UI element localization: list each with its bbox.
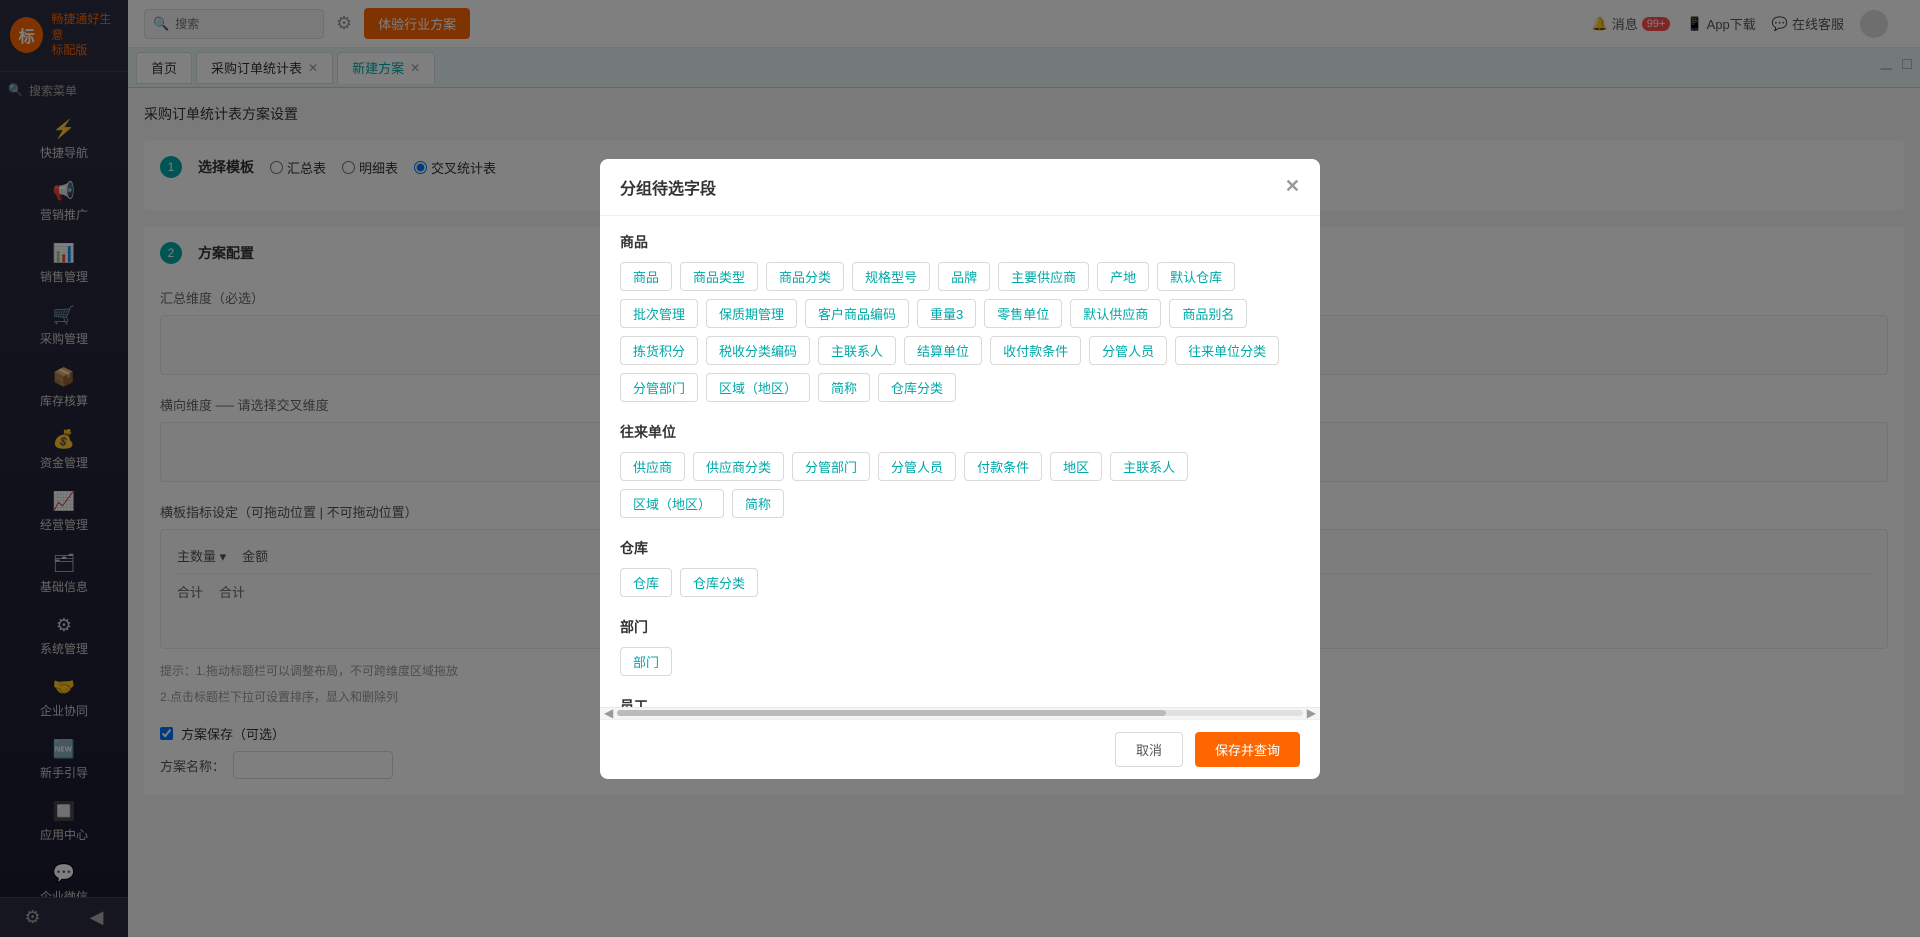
field-tag[interactable]: 税收分类编码 — [706, 336, 810, 365]
field-tag[interactable]: 重量3 — [917, 299, 976, 328]
field-tag[interactable]: 商品别名 — [1169, 299, 1247, 328]
field-tag[interactable]: 零售单位 — [984, 299, 1062, 328]
section-partner-fields: 供应商供应商分类分管部门分管人员付款条件地区主联系人区域（地区） 简称 — [620, 452, 1300, 518]
section-partner: 往来单位 供应商供应商分类分管部门分管人员付款条件地区主联系人区域（地区） 简称 — [620, 422, 1300, 518]
section-employee-title: 员工 — [620, 696, 1300, 707]
field-tag[interactable]: 收付款条件 — [990, 336, 1081, 365]
modal-header: 分组待选字段 ✕ — [600, 159, 1320, 216]
save-query-button[interactable]: 保存并查询 — [1195, 732, 1300, 767]
section-department-title: 部门 — [620, 617, 1300, 637]
field-tag[interactable]: 区域（地区） — [706, 373, 810, 402]
field-tag[interactable]: 主联系人 — [818, 336, 896, 365]
section-warehouse-title: 仓库 — [620, 538, 1300, 558]
section-employee: 员工 业务员 — [620, 696, 1300, 707]
section-department-fields: 部门 — [620, 647, 1300, 676]
modal-title: 分组待选字段 — [620, 175, 716, 199]
field-tag[interactable]: 默认仓库 — [1157, 262, 1235, 291]
field-tag[interactable]: 结算单位 — [904, 336, 982, 365]
field-tag[interactable]: 客户商品编码 — [805, 299, 909, 328]
field-tag[interactable]: 商品 — [620, 262, 672, 291]
modal-footer: 取消 保存并查询 — [600, 719, 1320, 779]
modal-horizontal-scrollbar[interactable]: ◀ ▶ — [600, 707, 1320, 719]
modal-overlay: 分组待选字段 ✕ 商品 商品商品类型商品分类规格型号品牌主要供应商产地默认仓库批… — [0, 0, 1920, 937]
field-tag[interactable]: 商品分类 — [766, 262, 844, 291]
field-tag[interactable]: 地区 — [1050, 452, 1102, 481]
field-tag[interactable]: 分管部门 — [792, 452, 870, 481]
field-tag[interactable]: 仓库 — [620, 568, 672, 597]
section-product-title: 商品 — [620, 232, 1300, 252]
field-tag[interactable]: 仓库分类 — [878, 373, 956, 402]
section-warehouse: 仓库 仓库仓库分类 — [620, 538, 1300, 597]
field-tag[interactable]: 供应商 — [620, 452, 685, 481]
field-tag[interactable]: 简称 — [732, 489, 784, 518]
field-tag[interactable]: 保质期管理 — [706, 299, 797, 328]
field-tag[interactable]: 分管部门 — [620, 373, 698, 402]
field-tag[interactable]: 仓库分类 — [680, 568, 758, 597]
field-select-modal: 分组待选字段 ✕ 商品 商品商品类型商品分类规格型号品牌主要供应商产地默认仓库批… — [600, 159, 1320, 779]
field-tag[interactable]: 主要供应商 — [998, 262, 1089, 291]
field-tag[interactable]: 规格型号 — [852, 262, 930, 291]
field-tag[interactable]: 分管人员 — [1089, 336, 1167, 365]
cancel-button[interactable]: 取消 — [1115, 732, 1183, 767]
section-product-fields: 商品商品类型商品分类规格型号品牌主要供应商产地默认仓库批次管理保质期管理客户商品… — [620, 262, 1300, 402]
field-tag[interactable]: 区域（地区） — [620, 489, 724, 518]
section-product: 商品 商品商品类型商品分类规格型号品牌主要供应商产地默认仓库批次管理保质期管理客… — [620, 232, 1300, 402]
modal-close-icon[interactable]: ✕ — [1285, 176, 1300, 197]
field-tag[interactable]: 付款条件 — [964, 452, 1042, 481]
field-tag[interactable]: 简称 — [818, 373, 870, 402]
section-department: 部门 部门 — [620, 617, 1300, 676]
field-tag[interactable]: 商品类型 — [680, 262, 758, 291]
field-tag[interactable]: 往来单位分类 — [1175, 336, 1279, 365]
section-warehouse-fields: 仓库仓库分类 — [620, 568, 1300, 597]
field-tag[interactable]: 品牌 — [938, 262, 990, 291]
field-tag[interactable]: 产地 — [1097, 262, 1149, 291]
modal-body: 商品 商品商品类型商品分类规格型号品牌主要供应商产地默认仓库批次管理保质期管理客… — [600, 216, 1320, 707]
field-tag[interactable]: 默认供应商 — [1070, 299, 1161, 328]
field-tag[interactable]: 主联系人 — [1110, 452, 1188, 481]
section-partner-title: 往来单位 — [620, 422, 1300, 442]
field-tag[interactable]: 拣货积分 — [620, 336, 698, 365]
field-tag[interactable]: 部门 — [620, 647, 672, 676]
field-tag[interactable]: 分管人员 — [878, 452, 956, 481]
field-tag[interactable]: 供应商分类 — [693, 452, 784, 481]
field-tag[interactable]: 批次管理 — [620, 299, 698, 328]
